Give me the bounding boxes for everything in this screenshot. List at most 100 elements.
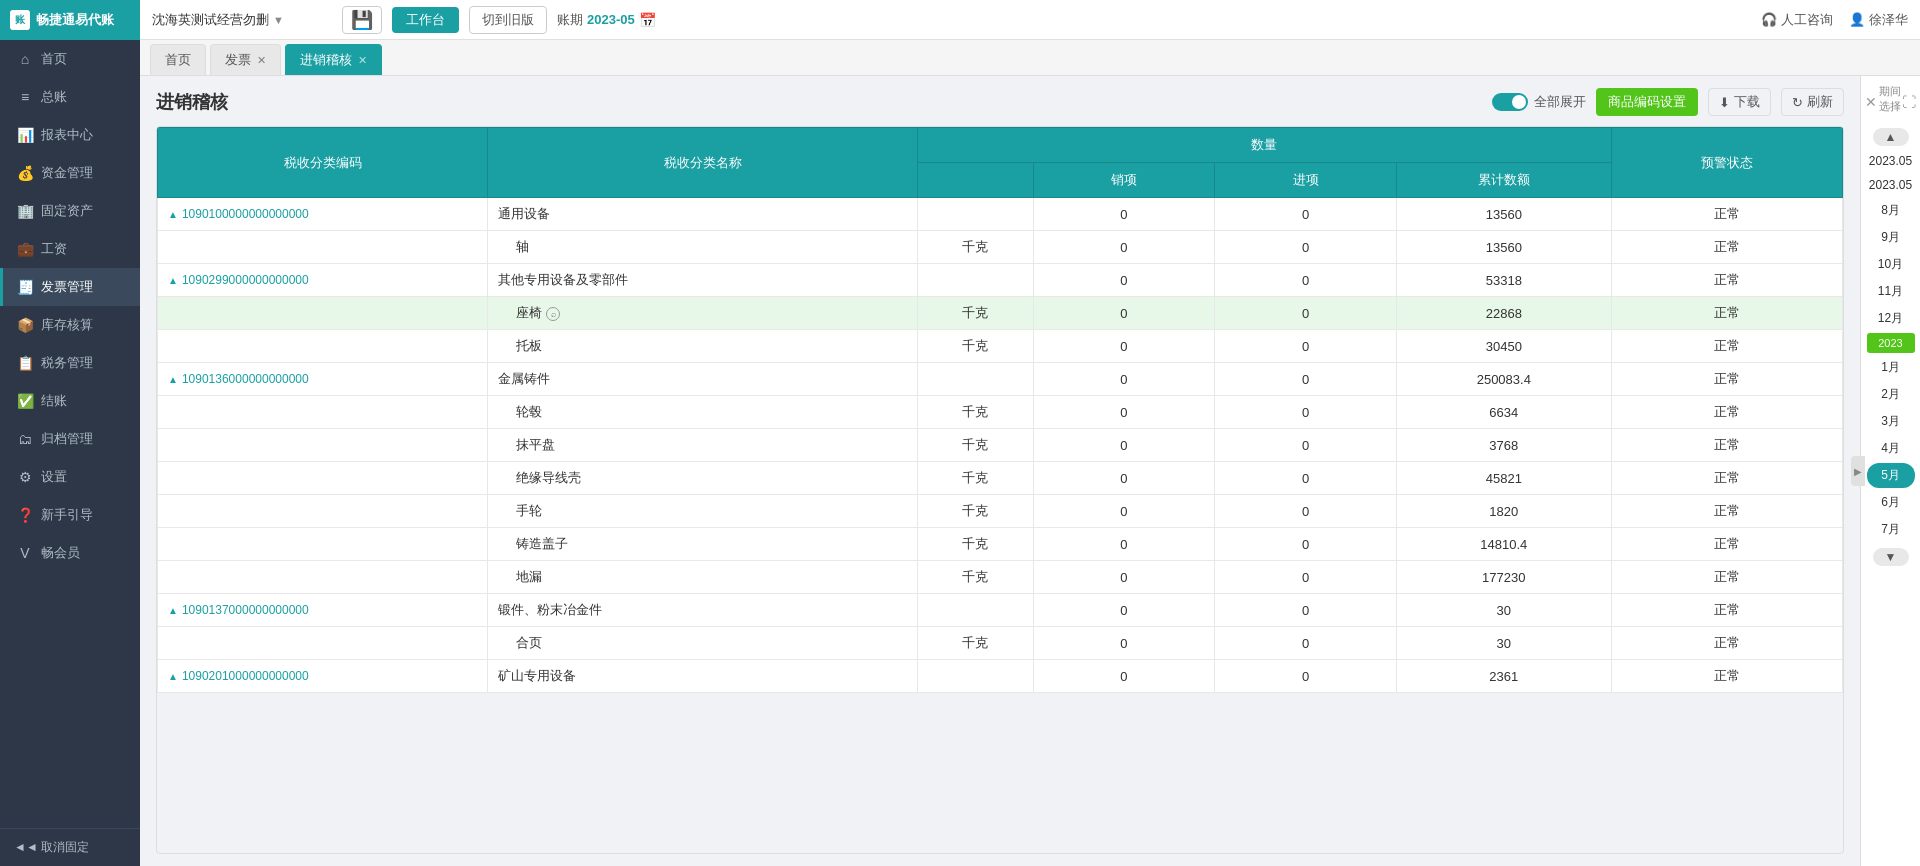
panel-collapse-button[interactable]: ▶ <box>1851 456 1865 486</box>
cell-purchase: 0 <box>1215 495 1397 528</box>
tab-invoice[interactable]: 发票 ✕ <box>210 44 281 75</box>
scroll-down-button[interactable]: ▼ <box>1873 548 1909 566</box>
period-item[interactable]: 8月 <box>1867 198 1915 223</box>
cell-warning: 正常 <box>1611 561 1842 594</box>
logo-icon: 账 <box>10 10 30 30</box>
table-row: 托板 千克 0 0 30450 正常 <box>158 330 1843 363</box>
period-item[interactable]: 10月 <box>1867 252 1915 277</box>
period-item[interactable]: 1月 <box>1867 355 1915 380</box>
cell-code <box>158 297 488 330</box>
assets-icon: 🏢 <box>17 203 33 219</box>
sidebar-item-reports[interactable]: 📊 报表中心 <box>0 116 140 154</box>
expand-icon[interactable]: ▲ <box>168 209 178 220</box>
period-item[interactable]: 9月 <box>1867 225 1915 250</box>
download-button[interactable]: ⬇ 下载 <box>1708 88 1771 116</box>
workbench-button[interactable]: 工作台 <box>392 7 459 33</box>
cell-name: 手轮 <box>488 495 918 528</box>
switch-version-button[interactable]: 切到旧版 <box>469 6 547 34</box>
period-item[interactable]: 7月 <box>1867 517 1915 542</box>
period-list: 2023.052023.058月9月10月11月12月20231月2月3月4月5… <box>1867 150 1915 544</box>
col-unit-placeholder <box>917 163 1033 198</box>
tax-icon: 📋 <box>17 355 33 371</box>
close-panel-button[interactable]: ✕ <box>1865 94 1877 110</box>
funds-icon: 💰 <box>17 165 33 181</box>
product-code-button[interactable]: 商品编码设置 <box>1596 88 1698 116</box>
col-sales: 销项 <box>1033 163 1215 198</box>
period-item[interactable]: 6月 <box>1867 490 1915 515</box>
cell-code <box>158 231 488 264</box>
tabs-bar: 首页 发票 ✕ 进销稽核 ✕ <box>140 40 1920 76</box>
table-row: 地漏 千克 0 0 177230 正常 <box>158 561 1843 594</box>
cell-code <box>158 330 488 363</box>
cell-unit: 千克 <box>917 396 1033 429</box>
sidebar-item-vip[interactable]: V 畅会员 <box>0 534 140 572</box>
scroll-up-button[interactable]: ▲ <box>1873 128 1909 146</box>
cell-sales: 0 <box>1033 330 1215 363</box>
calendar-icon[interactable]: 📅 <box>639 12 656 28</box>
help-button[interactable]: 🎧 人工咨询 <box>1761 11 1833 29</box>
tab-home[interactable]: 首页 <box>150 44 206 75</box>
sidebar-item-label: 固定资产 <box>41 202 93 220</box>
sidebar-item-ledger[interactable]: ≡ 总账 <box>0 78 140 116</box>
search-small-icon[interactable]: ⌕ <box>546 307 560 321</box>
sidebar-item-tax[interactable]: 📋 税务管理 <box>0 344 140 382</box>
cell-unit: 千克 <box>917 231 1033 264</box>
col-total: 累计数额 <box>1396 163 1611 198</box>
cell-total: 30 <box>1396 594 1611 627</box>
cell-unit: 千克 <box>917 297 1033 330</box>
vip-icon: V <box>17 545 33 561</box>
sidebar-unpin-button[interactable]: ◄◄ 取消固定 <box>0 828 140 866</box>
period-item[interactable]: 3月 <box>1867 409 1915 434</box>
period-item[interactable]: 12月 <box>1867 306 1915 331</box>
sidebar-item-funds[interactable]: 💰 资金管理 <box>0 154 140 192</box>
sidebar-item-invoice[interactable]: 🧾 发票管理 <box>0 268 140 306</box>
data-table-wrapper: 税收分类编码 税收分类名称 数量 预警状态 销项 进项 累计数额 ▲109010… <box>156 126 1844 854</box>
expand-icon[interactable]: ▲ <box>168 275 178 286</box>
tab-home-label: 首页 <box>165 51 191 69</box>
user-menu[interactable]: 👤 徐泽华 <box>1849 11 1908 29</box>
period-item[interactable]: 2023.05 <box>1867 150 1915 172</box>
reports-icon: 📊 <box>17 127 33 143</box>
sidebar-item-settings[interactable]: ⚙ 设置 <box>0 458 140 496</box>
cell-code <box>158 396 488 429</box>
period-item[interactable]: 2023 <box>1867 333 1915 353</box>
cell-code <box>158 462 488 495</box>
cell-total: 177230 <box>1396 561 1611 594</box>
expand-icon[interactable]: ▲ <box>168 605 178 616</box>
sidebar-item-label: 归档管理 <box>41 430 93 448</box>
expand-icon[interactable]: ▲ <box>168 374 178 385</box>
cell-warning: 正常 <box>1611 429 1842 462</box>
save-button[interactable]: 💾 <box>342 6 382 34</box>
expand-toggle[interactable]: 全部展开 <box>1492 93 1586 111</box>
expand-icon[interactable]: ▲ <box>168 671 178 682</box>
sidebar-item-settlement[interactable]: ✅ 结账 <box>0 382 140 420</box>
page-header: 进销稽核 全部展开 商品编码设置 ⬇ 下载 ↻ 刷 <box>156 88 1844 116</box>
table-row: 手轮 千克 0 0 1820 正常 <box>158 495 1843 528</box>
user-icon: 👤 <box>1849 12 1865 27</box>
sidebar-item-archive[interactable]: 🗂 归档管理 <box>0 420 140 458</box>
close-tab-reconcile[interactable]: ✕ <box>358 54 367 67</box>
close-tab-invoice[interactable]: ✕ <box>257 54 266 67</box>
cell-warning: 正常 <box>1611 495 1842 528</box>
cell-unit: 千克 <box>917 495 1033 528</box>
sidebar-item-inventory[interactable]: 📦 库存核算 <box>0 306 140 344</box>
period-item[interactable]: 5月 <box>1867 463 1915 488</box>
sidebar-item-label: 库存核算 <box>41 316 93 334</box>
period-item[interactable]: 11月 <box>1867 279 1915 304</box>
period-item[interactable]: 4月 <box>1867 436 1915 461</box>
expand-panel-button[interactable]: ⛶ <box>1902 94 1916 110</box>
cell-unit: 千克 <box>917 429 1033 462</box>
sidebar-item-guide[interactable]: ❓ 新手引导 <box>0 496 140 534</box>
company-selector[interactable]: 沈海英测试经营勿删 ▼ <box>152 11 332 29</box>
period-item[interactable]: 2023.05 <box>1867 174 1915 196</box>
cell-total: 1820 <box>1396 495 1611 528</box>
toggle-track[interactable] <box>1492 93 1528 111</box>
sidebar-item-home[interactable]: ⌂ 首页 <box>0 40 140 78</box>
cell-total: 22868 <box>1396 297 1611 330</box>
cell-purchase: 0 <box>1215 264 1397 297</box>
sidebar-item-assets[interactable]: 🏢 固定资产 <box>0 192 140 230</box>
refresh-button[interactable]: ↻ 刷新 <box>1781 88 1844 116</box>
sidebar-item-salary[interactable]: 💼 工资 <box>0 230 140 268</box>
period-item[interactable]: 2月 <box>1867 382 1915 407</box>
tab-reconcile[interactable]: 进销稽核 ✕ <box>285 44 382 75</box>
